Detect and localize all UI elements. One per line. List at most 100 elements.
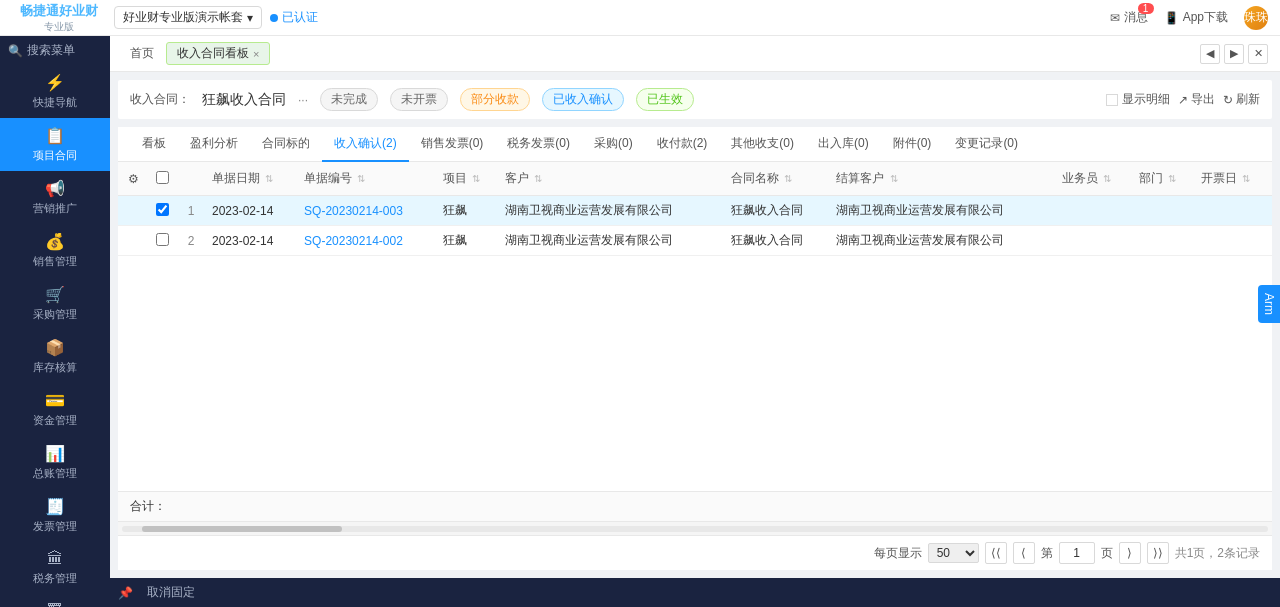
- tab-close-icon[interactable]: ×: [253, 48, 259, 60]
- sort-customer-icon: ⇅: [534, 173, 542, 184]
- refresh-button[interactable]: ↻ 刷新: [1223, 91, 1260, 108]
- show-detail-checkbox[interactable]: [1106, 94, 1118, 106]
- export-button[interactable]: ↗ 导出: [1178, 91, 1215, 108]
- col-department-header[interactable]: 部门 ⇅: [1133, 162, 1195, 196]
- scroll-track[interactable]: [122, 526, 1268, 532]
- message-button[interactable]: ✉ 消息 1: [1110, 9, 1148, 26]
- page-size-select[interactable]: 50 100 200: [928, 543, 979, 563]
- certified-badge: 已认证: [270, 9, 318, 26]
- page-prev-button[interactable]: ⟨: [1013, 542, 1035, 564]
- contract-more-button[interactable]: ···: [298, 93, 308, 107]
- main-layout: 🔍 搜索菜单 ⚡ 快捷导航 📋 项目合同 📢 营销推广 💰 销售管理 🛒 采购管…: [0, 36, 1280, 607]
- cancel-fixed-button[interactable]: 取消固定: [141, 582, 201, 603]
- row1-code-link[interactable]: SQ-20230214-003: [304, 204, 403, 218]
- company-selector[interactable]: 好业财专业版演示帐套 ▾: [114, 6, 262, 29]
- table-wrapper: ⚙ 单据日期 ⇅ 单据编号 ⇅: [118, 162, 1272, 491]
- col-contract-header[interactable]: 合同名称 ⇅: [725, 162, 830, 196]
- contract-title: 狂飙收入合同: [202, 91, 286, 109]
- status-incomplete[interactable]: 未完成: [320, 88, 378, 111]
- message-badge: 1: [1138, 3, 1154, 14]
- row1-checkbox[interactable]: [148, 196, 176, 226]
- status-uninvoiced[interactable]: 未开票: [390, 88, 448, 111]
- summary-row: 合计：: [118, 491, 1272, 521]
- tab-profit[interactable]: 盈利分析: [178, 127, 250, 162]
- page-last-button[interactable]: ⟩⟩: [1147, 542, 1169, 564]
- sidebar-item-marketing[interactable]: 📢 营销推广: [0, 171, 110, 224]
- tab-kanban[interactable]: 看板: [130, 127, 178, 162]
- tab-income-contract[interactable]: 收入合同看板 ×: [166, 42, 270, 65]
- col-customer-header[interactable]: 客户 ⇅: [499, 162, 725, 196]
- tab-close-all-button[interactable]: ✕: [1248, 44, 1268, 64]
- cancel-fixed-icon: 📌: [118, 586, 133, 600]
- sidebar: 🔍 搜索菜单 ⚡ 快捷导航 📋 项目合同 📢 营销推广 💰 销售管理 🛒 采购管…: [0, 36, 110, 607]
- select-all-checkbox[interactable]: [156, 171, 169, 184]
- bottom-bar: 📌 取消固定: [110, 578, 1280, 607]
- sidebar-item-project-contract[interactable]: 📋 项目合同: [0, 118, 110, 171]
- row2-salesman: [1056, 226, 1133, 256]
- row1-code[interactable]: SQ-20230214-003: [298, 196, 437, 226]
- col-settle-customer-header[interactable]: 结算客户 ⇅: [830, 162, 1056, 196]
- row2-date: 2023-02-14: [206, 226, 298, 256]
- tab-warehouse[interactable]: 出入库(0): [806, 127, 881, 162]
- show-detail-check[interactable]: 显示明细: [1106, 91, 1170, 108]
- sidebar-search-button[interactable]: 🔍 搜索菜单: [0, 36, 110, 65]
- tab-sales-invoice[interactable]: 销售发票(0): [409, 127, 496, 162]
- col-invoice-date-header[interactable]: 开票日 ⇅: [1195, 162, 1272, 196]
- sidebar-item-summary[interactable]: 📊 总账管理: [0, 436, 110, 489]
- col-checkbox-all[interactable]: [148, 162, 176, 196]
- row1-contract: 狂飙收入合同: [725, 196, 830, 226]
- table-row[interactable]: 2 2023-02-14 SQ-20230214-002 狂飙 湖南卫视商业运营…: [118, 226, 1272, 256]
- per-page-label: 每页显示: [874, 545, 922, 562]
- sidebar-item-purchase[interactable]: 🛒 采购管理: [0, 277, 110, 330]
- row2-num: 2: [176, 226, 206, 256]
- sidebar-item-sales[interactable]: 💰 销售管理: [0, 224, 110, 277]
- row1-invoice-date: [1195, 196, 1272, 226]
- row2-checkbox[interactable]: [148, 226, 176, 256]
- status-partial[interactable]: 部分收款: [460, 88, 530, 111]
- tab-prev-button[interactable]: ◀: [1200, 44, 1220, 64]
- sidebar-item-quick-nav[interactable]: ⚡ 快捷导航: [0, 65, 110, 118]
- col-project-header[interactable]: 项目 ⇅: [437, 162, 499, 196]
- row2-contract: 狂飙收入合同: [725, 226, 830, 256]
- page-first-button[interactable]: ⟨⟨: [985, 542, 1007, 564]
- col-code-header[interactable]: 单据编号 ⇅: [298, 162, 437, 196]
- app-download-button[interactable]: 📱 App下载: [1164, 9, 1228, 26]
- tab-bar: 首页 收入合同看板 × ◀ ▶ ✕: [110, 36, 1280, 72]
- row2-code-link[interactable]: SQ-20230214-002: [304, 234, 403, 248]
- col-date-header[interactable]: 单据日期 ⇅: [206, 162, 298, 196]
- sidebar-item-invoice[interactable]: 🧾 发票管理: [0, 489, 110, 542]
- tab-other-income[interactable]: 其他收支(0): [719, 127, 806, 162]
- tab-next-button[interactable]: ▶: [1224, 44, 1244, 64]
- row1-salesman: [1056, 196, 1133, 226]
- sidebar-item-fund[interactable]: 💳 资金管理: [0, 383, 110, 436]
- status-confirmed[interactable]: 已收入确认: [542, 88, 624, 111]
- sidebar-item-inventory[interactable]: 📦 库存核算: [0, 330, 110, 383]
- col-settings[interactable]: ⚙: [118, 162, 148, 196]
- tab-contract-standard[interactable]: 合同标的: [250, 127, 322, 162]
- quick-nav-icon: ⚡: [45, 73, 65, 92]
- tab-purchase[interactable]: 采购(0): [582, 127, 645, 162]
- user-avatar[interactable]: 珠珠: [1244, 6, 1268, 30]
- refresh-icon: ↻: [1223, 93, 1233, 107]
- sidebar-item-fixed-assets[interactable]: 🏗 固定资产: [0, 594, 110, 607]
- tab-change-log[interactable]: 变更记录(0): [943, 127, 1030, 162]
- tab-attachment[interactable]: 附件(0): [881, 127, 944, 162]
- tab-income-confirm[interactable]: 收入确认(2): [322, 127, 409, 162]
- scroll-bar[interactable]: [118, 521, 1272, 535]
- sidebar-item-tax[interactable]: 🏛 税务管理: [0, 542, 110, 594]
- tab-home[interactable]: 首页: [122, 45, 162, 62]
- page-next-button[interactable]: ⟩: [1119, 542, 1141, 564]
- message-icon: ✉: [1110, 11, 1120, 25]
- col-salesman-header[interactable]: 业务员 ⇅: [1056, 162, 1133, 196]
- row2-code[interactable]: SQ-20230214-002: [298, 226, 437, 256]
- status-effective[interactable]: 已生效: [636, 88, 694, 111]
- page-input[interactable]: [1059, 542, 1095, 564]
- tab-payment[interactable]: 收付款(2): [645, 127, 720, 162]
- invoice-icon: 🧾: [45, 497, 65, 516]
- sort-department-icon: ⇅: [1168, 173, 1176, 184]
- scroll-thumb[interactable]: [142, 526, 342, 532]
- float-sidebar-button[interactable]: Arm: [1258, 285, 1280, 323]
- sort-invoice-date-icon: ⇅: [1242, 173, 1250, 184]
- table-row[interactable]: 1 2023-02-14 SQ-20230214-003 狂飙 湖南卫视商业运营…: [118, 196, 1272, 226]
- tab-tax-invoice[interactable]: 税务发票(0): [495, 127, 582, 162]
